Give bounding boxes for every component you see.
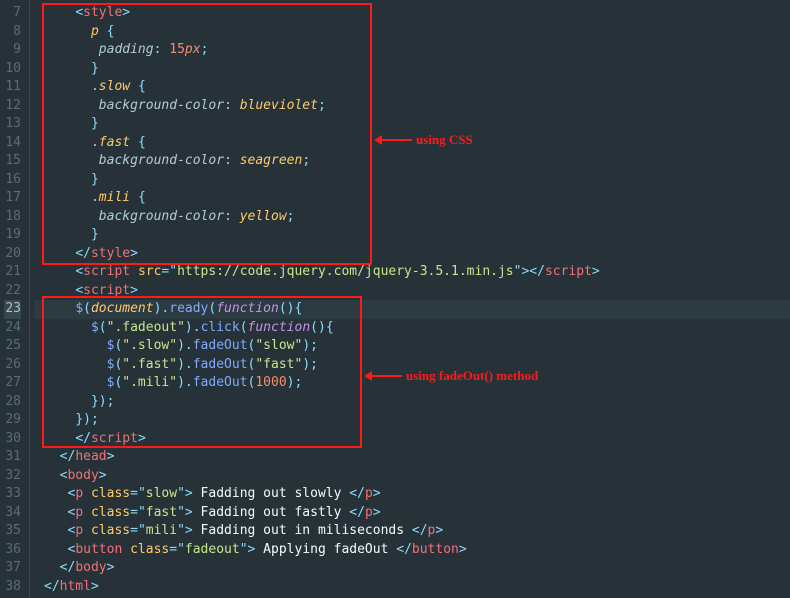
code-line[interactable]: $(document).ready(function(){: [34, 300, 790, 319]
line-number: 16: [4, 171, 21, 190]
line-number: 15: [4, 152, 21, 171]
code-line[interactable]: }: [34, 115, 790, 134]
code-line[interactable]: </style>: [34, 245, 790, 264]
code-line[interactable]: padding: 15px;: [34, 41, 790, 60]
line-number-gutter: 7891011121314151617181920212223242526272…: [0, 0, 30, 598]
code-line[interactable]: </script>: [34, 430, 790, 449]
code-line[interactable]: <p class="fast"> Fadding out fastly </p>: [34, 504, 790, 523]
line-number: 21: [4, 263, 21, 282]
line-number: 8: [4, 23, 21, 42]
line-number: 32: [4, 467, 21, 486]
line-number: 30: [4, 430, 21, 449]
code-line[interactable]: </head>: [34, 448, 790, 467]
line-number: 26: [4, 356, 21, 375]
line-number: 24: [4, 319, 21, 338]
code-line[interactable]: }: [34, 171, 790, 190]
code-line[interactable]: .mili {: [34, 189, 790, 208]
code-editor[interactable]: 7891011121314151617181920212223242526272…: [0, 0, 790, 598]
code-area[interactable]: <style> p { padding: 15px; } .slow { bac…: [30, 0, 790, 598]
code-line[interactable]: background-color: yellow;: [34, 208, 790, 227]
line-number: 17: [4, 189, 21, 208]
code-line[interactable]: .slow {: [34, 78, 790, 97]
line-number: 38: [4, 578, 21, 597]
line-number: 27: [4, 374, 21, 393]
code-line[interactable]: }: [34, 60, 790, 79]
line-number: 33: [4, 485, 21, 504]
code-line[interactable]: background-color: blueviolet;: [34, 97, 790, 116]
line-number: 14: [4, 134, 21, 153]
line-number: 35: [4, 522, 21, 541]
line-number: 31: [4, 448, 21, 467]
code-line[interactable]: <script src="https://code.jquery.com/jqu…: [34, 263, 790, 282]
code-line[interactable]: <p class="mili"> Fadding out in miliseco…: [34, 522, 790, 541]
line-number: 9: [4, 41, 21, 60]
code-line[interactable]: <p class="slow"> Fadding out slowly </p>: [34, 485, 790, 504]
code-line[interactable]: background-color: seagreen;: [34, 152, 790, 171]
line-number: 20: [4, 245, 21, 264]
code-line[interactable]: <style>: [34, 4, 790, 23]
code-line[interactable]: $(".fadeout").click(function(){: [34, 319, 790, 338]
code-line[interactable]: });: [34, 393, 790, 412]
code-line[interactable]: });: [34, 411, 790, 430]
line-number: 23: [4, 300, 21, 319]
line-number: 22: [4, 282, 21, 301]
code-line[interactable]: $(".slow").fadeOut("slow");: [34, 337, 790, 356]
line-number: 11: [4, 78, 21, 97]
code-line[interactable]: <script>: [34, 282, 790, 301]
line-number: 28: [4, 393, 21, 412]
code-line[interactable]: <body>: [34, 467, 790, 486]
line-number: 29: [4, 411, 21, 430]
code-line[interactable]: <button class="fadeout"> Applying fadeOu…: [34, 541, 790, 560]
line-number: 36: [4, 541, 21, 560]
code-line[interactable]: $(".mili").fadeOut(1000);: [34, 374, 790, 393]
code-line[interactable]: </body>: [34, 559, 790, 578]
line-number: 18: [4, 208, 21, 227]
line-number: 25: [4, 337, 21, 356]
line-number: 10: [4, 60, 21, 79]
line-number: 37: [4, 559, 21, 578]
code-line[interactable]: </html>: [34, 578, 790, 597]
line-number: 13: [4, 115, 21, 134]
line-number: 19: [4, 226, 21, 245]
code-line[interactable]: p {: [34, 23, 790, 42]
line-number: 34: [4, 504, 21, 523]
code-line[interactable]: .fast {: [34, 134, 790, 153]
line-number: 7: [4, 4, 21, 23]
line-number: 12: [4, 97, 21, 116]
code-line[interactable]: $(".fast").fadeOut("fast");: [34, 356, 790, 375]
code-line[interactable]: }: [34, 226, 790, 245]
